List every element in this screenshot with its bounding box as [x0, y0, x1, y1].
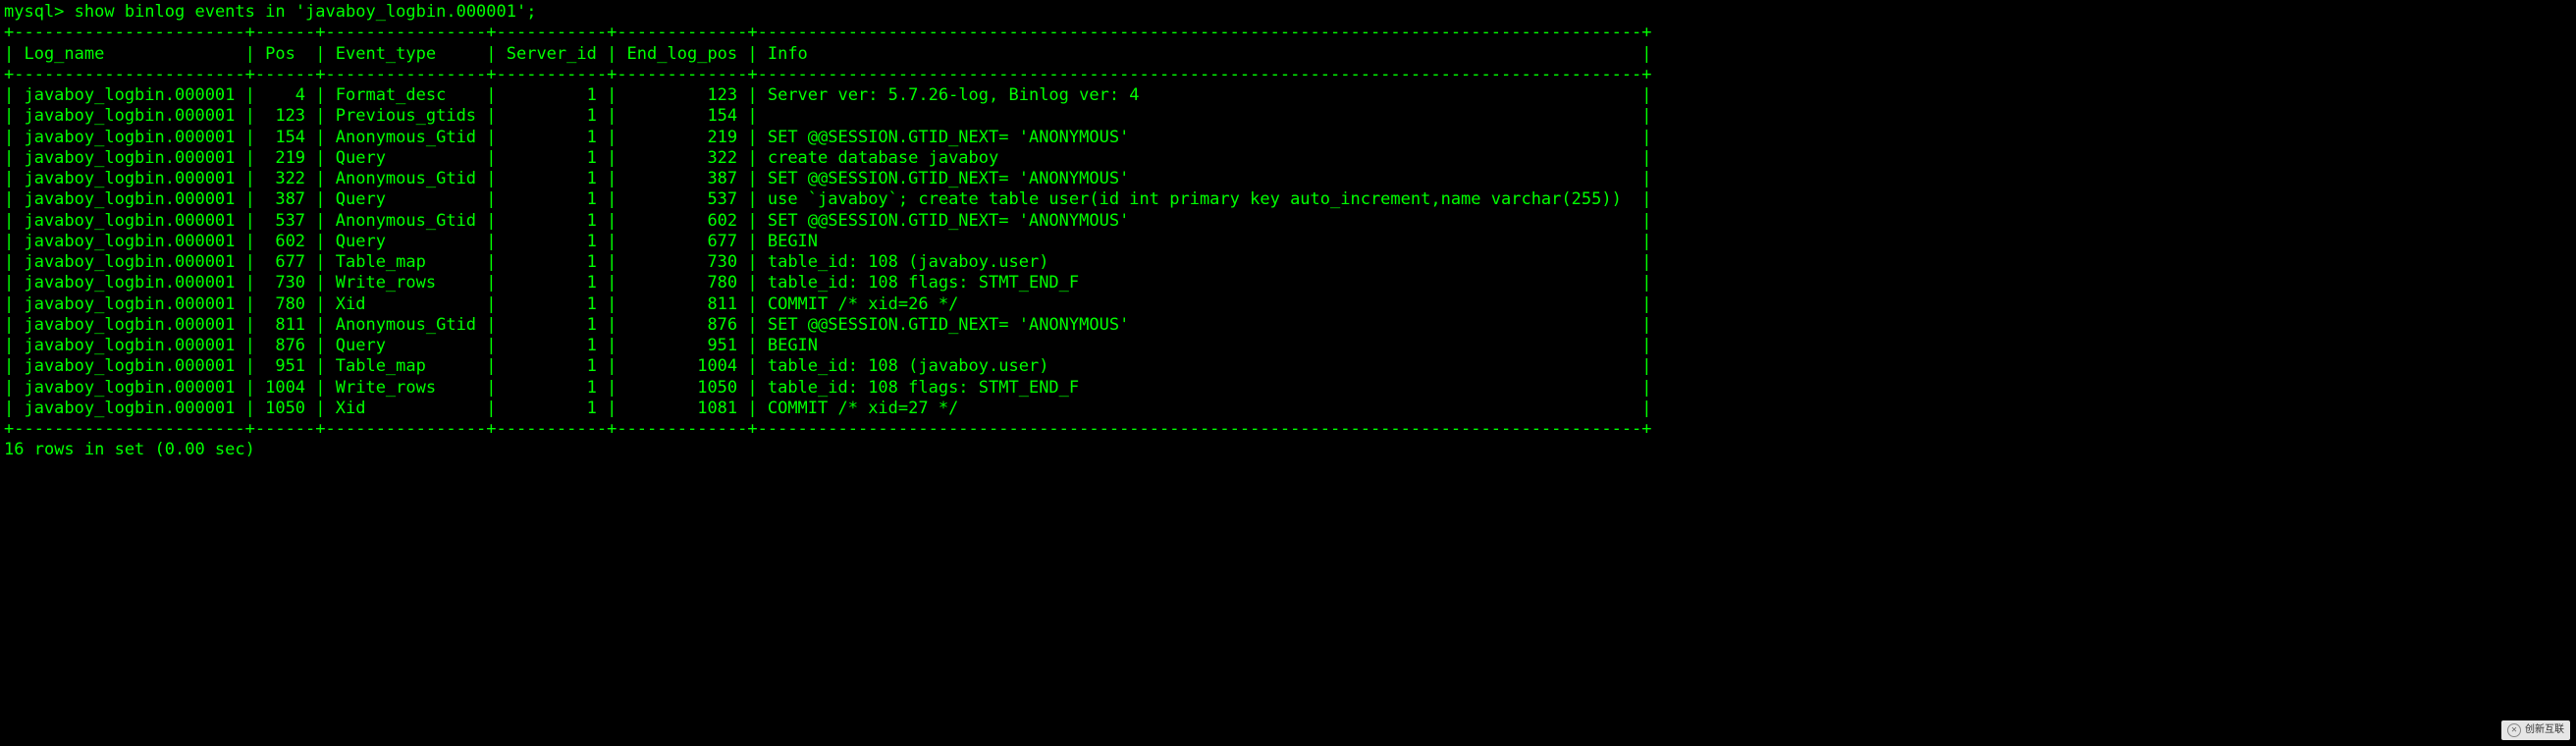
table-border-top: +-----------------------+------+--------…	[4, 23, 2572, 43]
table-row: | javaboy_logbin.000001 | 811 | Anonymou…	[4, 315, 2572, 336]
table-row: | javaboy_logbin.000001 | 951 | Table_ma…	[4, 356, 2572, 377]
table-row: | javaboy_logbin.000001 | 1050 | Xid | 1…	[4, 399, 2572, 419]
watermark-text: 创新互联	[2525, 724, 2564, 737]
table-row: | javaboy_logbin.000001 | 730 | Write_ro…	[4, 273, 2572, 293]
table-row: | javaboy_logbin.000001 | 780 | Xid | 1 …	[4, 294, 2572, 315]
table-border-bottom: +-----------------------+------+--------…	[4, 419, 2572, 440]
watermark: ✕ 创新互联	[2501, 720, 2570, 740]
table-row: | javaboy_logbin.000001 | 322 | Anonymou…	[4, 169, 2572, 189]
prompt-ps1: mysql>	[4, 2, 64, 22]
binlog-events-table: +-----------------------+------+--------…	[4, 23, 2572, 440]
table-row: | javaboy_logbin.000001 | 876 | Query | …	[4, 336, 2572, 356]
watermark-icon: ✕	[2507, 723, 2521, 737]
table-row: | javaboy_logbin.000001 | 154 | Anonymou…	[4, 128, 2572, 148]
table-row: | javaboy_logbin.000001 | 387 | Query | …	[4, 189, 2572, 210]
table-border-mid: +-----------------------+------+--------…	[4, 65, 2572, 85]
table-row: | javaboy_logbin.000001 | 1004 | Write_r…	[4, 378, 2572, 399]
table-row: | javaboy_logbin.000001 | 602 | Query | …	[4, 232, 2572, 252]
prompt-command: show binlog events in 'javaboy_logbin.00…	[64, 2, 536, 22]
result-footer: 16 rows in set (0.00 sec)	[4, 440, 2572, 460]
table-row: | javaboy_logbin.000001 | 123 | Previous…	[4, 106, 2572, 127]
table-row: | javaboy_logbin.000001 | 219 | Query | …	[4, 148, 2572, 169]
table-header-row: | Log_name | Pos | Event_type | Server_i…	[4, 44, 2572, 65]
mysql-prompt: mysql> show binlog events in 'javaboy_lo…	[4, 2, 2572, 23]
table-row: | javaboy_logbin.000001 | 537 | Anonymou…	[4, 211, 2572, 232]
table-row: | javaboy_logbin.000001 | 677 | Table_ma…	[4, 252, 2572, 273]
table-row: | javaboy_logbin.000001 | 4 | Format_des…	[4, 85, 2572, 106]
